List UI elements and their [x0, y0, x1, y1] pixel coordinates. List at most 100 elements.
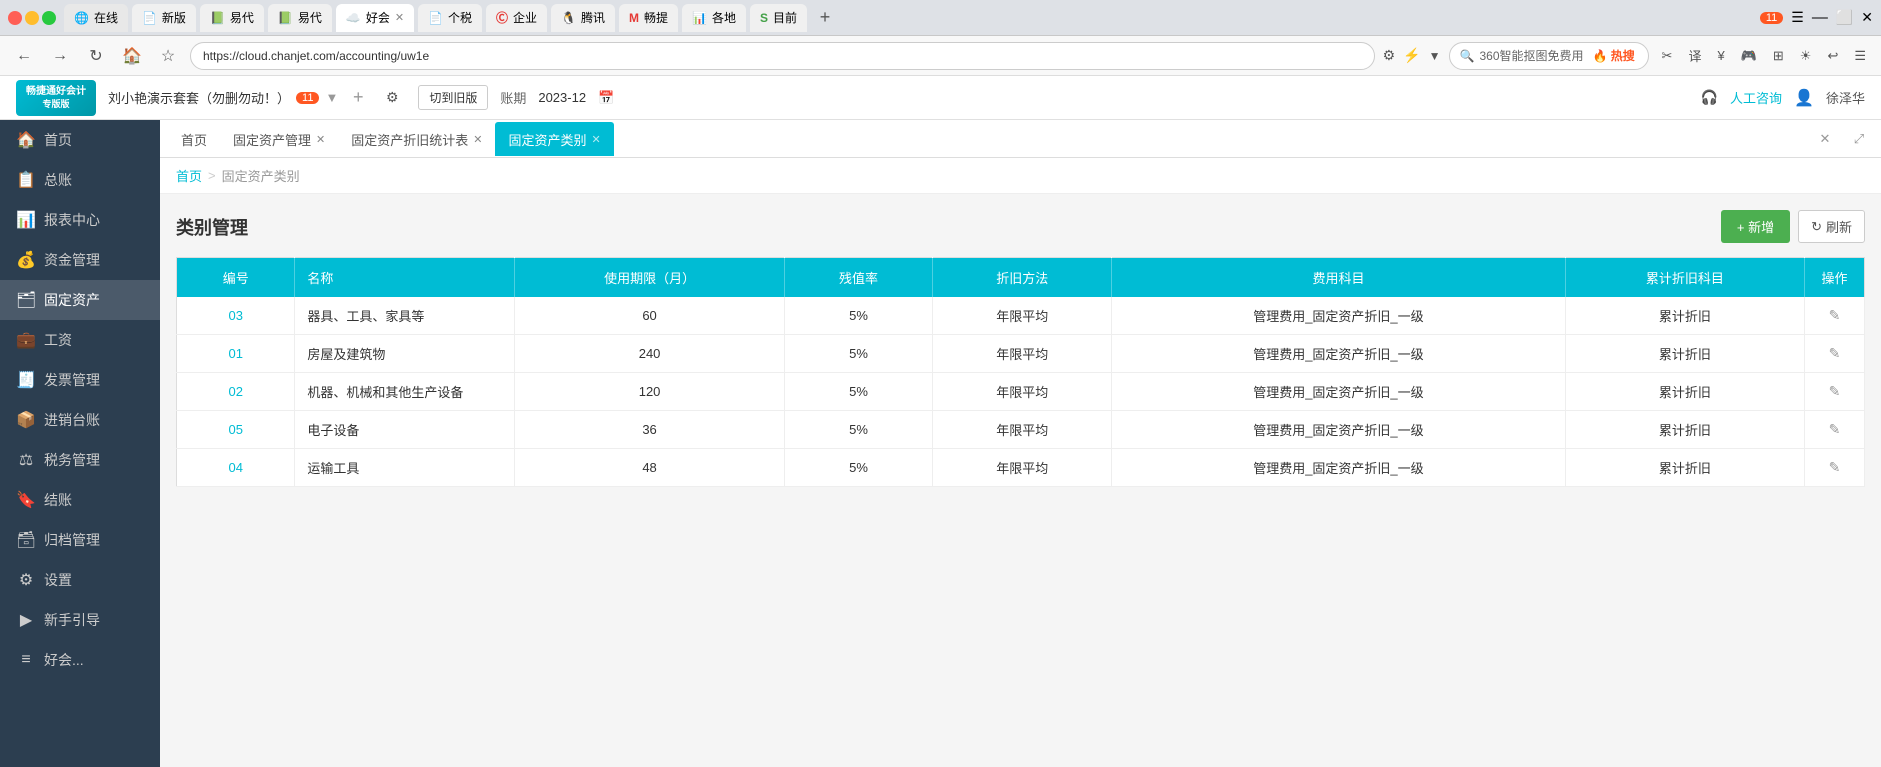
- cell-action[interactable]: ✎: [1805, 335, 1865, 373]
- game-icon-btn[interactable]: 🎮: [1736, 45, 1762, 67]
- dropdown-company-icon[interactable]: ▼: [325, 90, 338, 105]
- topbar-right: 🎧 人工咨询 👤 徐泽华: [1701, 88, 1865, 108]
- breadcrumb-current: 固定资产类别: [222, 166, 300, 185]
- browser-tab-7[interactable]: Ⓒ 企业: [486, 4, 547, 32]
- maximize-content-btn[interactable]: ⤢: [1845, 125, 1873, 153]
- cell-months: 240: [515, 335, 784, 373]
- lightning-icon[interactable]: ⚡: [1403, 47, 1420, 64]
- cell-months: 120: [515, 373, 784, 411]
- page-tab-asset-depr[interactable]: 固定资产折旧统计表 ✕: [338, 122, 495, 156]
- service-label[interactable]: 人工咨询: [1730, 88, 1782, 107]
- tab-label-7: 企业: [513, 9, 537, 26]
- sidebar-item-assets[interactable]: 🗂 固定资产: [0, 280, 160, 320]
- search-box[interactable]: 🔍 360智能抠图免费用 🔥 热搜: [1449, 42, 1649, 70]
- site-tools-icon[interactable]: ⚙: [1383, 47, 1396, 64]
- cell-depr: 累计折旧: [1565, 373, 1804, 411]
- sidebar-item-more[interactable]: ≡ 好会...: [0, 640, 160, 680]
- page-tab-home[interactable]: 首页: [168, 122, 220, 156]
- sidebar-item-funds[interactable]: 💰 资金管理: [0, 240, 160, 280]
- page-tab-asset-depr-close[interactable]: ✕: [473, 133, 482, 146]
- sidebar-item-archive[interactable]: 🗃 归档管理: [0, 520, 160, 560]
- dropdown-arrow-icon[interactable]: ▼: [1429, 49, 1441, 63]
- col-method: 折旧方法: [933, 258, 1112, 298]
- browser-tab-close-5[interactable]: ✕: [395, 11, 404, 24]
- edit-icon[interactable]: ✎: [1829, 459, 1841, 475]
- tab-menu-icon[interactable]: ☰: [1791, 9, 1804, 26]
- sidebar-item-tax[interactable]: ⚖ 税务管理: [0, 440, 160, 480]
- settle-icon: 🔖: [16, 490, 36, 510]
- coupon-icon-btn[interactable]: ¥: [1712, 45, 1729, 66]
- sidebar-item-settings[interactable]: ⚙ 设置: [0, 560, 160, 600]
- close-window-icon[interactable]: ✕: [1861, 9, 1873, 26]
- translate-icon-btn[interactable]: 译: [1683, 43, 1706, 68]
- sidebar-item-invoice[interactable]: 🧾 发票管理: [0, 360, 160, 400]
- browser-tab-10[interactable]: 📊 各地: [682, 4, 746, 32]
- edit-icon[interactable]: ✎: [1829, 345, 1841, 361]
- grid-icon-btn[interactable]: ⊞: [1768, 45, 1789, 67]
- tab-label-3: 易代: [230, 9, 254, 26]
- switch-version-btn[interactable]: 切到旧版: [418, 85, 488, 110]
- more-icon: ≡: [16, 651, 36, 669]
- browser-chrome: 🌐 在线 📄 新版 📗 易代 📗 易代 ☁️ 好会 ✕ 📄 个税 Ⓒ 企业 🐧 …: [0, 0, 1881, 36]
- page-tab-asset-cat[interactable]: 固定资产类别 ✕: [495, 122, 613, 156]
- theme-icon-btn[interactable]: ☀: [1795, 45, 1817, 67]
- page-tab-asset-cat-close[interactable]: ✕: [592, 133, 601, 146]
- sidebar-item-salary[interactable]: 💼 工资: [0, 320, 160, 360]
- add-company-btn[interactable]: +: [344, 84, 372, 112]
- menu-icon-btn[interactable]: ☰: [1849, 45, 1871, 67]
- browser-tab-9[interactable]: M 畅提: [619, 4, 678, 32]
- new-tab-btn[interactable]: +: [811, 4, 839, 32]
- refresh-btn[interactable]: ↻ 刷新: [1798, 210, 1865, 243]
- undo-icon-btn[interactable]: ↩: [1822, 45, 1843, 67]
- app-topbar: 畅捷通好会计 专版版 刘小艳演示套套（勿删勿动！） 11 ▼ + ⚙ 切到旧版 …: [0, 76, 1881, 120]
- close-content-btn[interactable]: ✕: [1811, 125, 1839, 153]
- sidebar-item-ledger[interactable]: 📋 总账: [0, 160, 160, 200]
- sidebar-item-purchase[interactable]: 📦 进销台账: [0, 400, 160, 440]
- edit-icon[interactable]: ✎: [1829, 383, 1841, 399]
- browser-tab-11[interactable]: S 目前: [750, 4, 807, 32]
- add-btn[interactable]: + 新增: [1721, 210, 1790, 243]
- cell-action[interactable]: ✎: [1805, 411, 1865, 449]
- window-close[interactable]: [8, 11, 22, 25]
- browser-tab-3[interactable]: 📗 易代: [200, 4, 264, 32]
- sidebar-item-reports[interactable]: 📊 报表中心: [0, 200, 160, 240]
- cell-action[interactable]: ✎: [1805, 373, 1865, 411]
- browser-tab-5[interactable]: ☁️ 好会 ✕: [336, 4, 414, 32]
- tab-label-11: 目前: [773, 9, 797, 26]
- browser-tab-4[interactable]: 📗 易代: [268, 4, 332, 32]
- settings-company-btn[interactable]: ⚙: [378, 84, 406, 112]
- sidebar-item-settle[interactable]: 🔖 结账: [0, 480, 160, 520]
- browser-tab-8[interactable]: 🐧 腾讯: [551, 4, 615, 32]
- tab-label-2: 新版: [162, 9, 186, 26]
- reload-btn[interactable]: ↻: [82, 42, 110, 70]
- restore-icon[interactable]: ⬜: [1836, 9, 1853, 26]
- home-icon: 🏠: [16, 130, 36, 150]
- cut-icon-btn[interactable]: ✂: [1657, 45, 1678, 67]
- salary-icon: 💼: [16, 330, 36, 350]
- bookmark-btn[interactable]: ☆: [154, 42, 182, 70]
- cell-depr: 累计折旧: [1565, 297, 1804, 335]
- cell-action[interactable]: ✎: [1805, 449, 1865, 487]
- cell-residual: 5%: [784, 297, 933, 335]
- browser-tab-2[interactable]: 📄 新版: [132, 4, 196, 32]
- sidebar-item-guide[interactable]: ▶ 新手引导: [0, 600, 160, 640]
- calendar-icon[interactable]: 📅: [598, 90, 614, 106]
- cell-action[interactable]: ✎: [1805, 297, 1865, 335]
- sidebar-item-home[interactable]: 🏠 首页: [0, 120, 160, 160]
- page-title: 类别管理: [176, 214, 248, 240]
- edit-icon[interactable]: ✎: [1829, 421, 1841, 437]
- home-browser-btn[interactable]: 🏠: [118, 42, 146, 70]
- forward-btn[interactable]: →: [46, 42, 74, 70]
- page-tab-asset-mgmt[interactable]: 固定资产管理 ✕: [220, 122, 338, 156]
- minimize-icon[interactable]: —: [1812, 9, 1828, 27]
- edit-icon[interactable]: ✎: [1829, 307, 1841, 323]
- browser-tab-6[interactable]: 📄 个税: [418, 4, 482, 32]
- window-minimize[interactable]: [25, 11, 39, 25]
- address-input[interactable]: [190, 42, 1375, 70]
- col-code: 编号: [177, 258, 295, 298]
- browser-tab-1[interactable]: 🌐 在线: [64, 4, 128, 32]
- back-btn[interactable]: ←: [10, 42, 38, 70]
- window-maximize[interactable]: [42, 11, 56, 25]
- page-tab-asset-mgmt-close[interactable]: ✕: [316, 133, 325, 146]
- breadcrumb-home[interactable]: 首页: [176, 166, 202, 185]
